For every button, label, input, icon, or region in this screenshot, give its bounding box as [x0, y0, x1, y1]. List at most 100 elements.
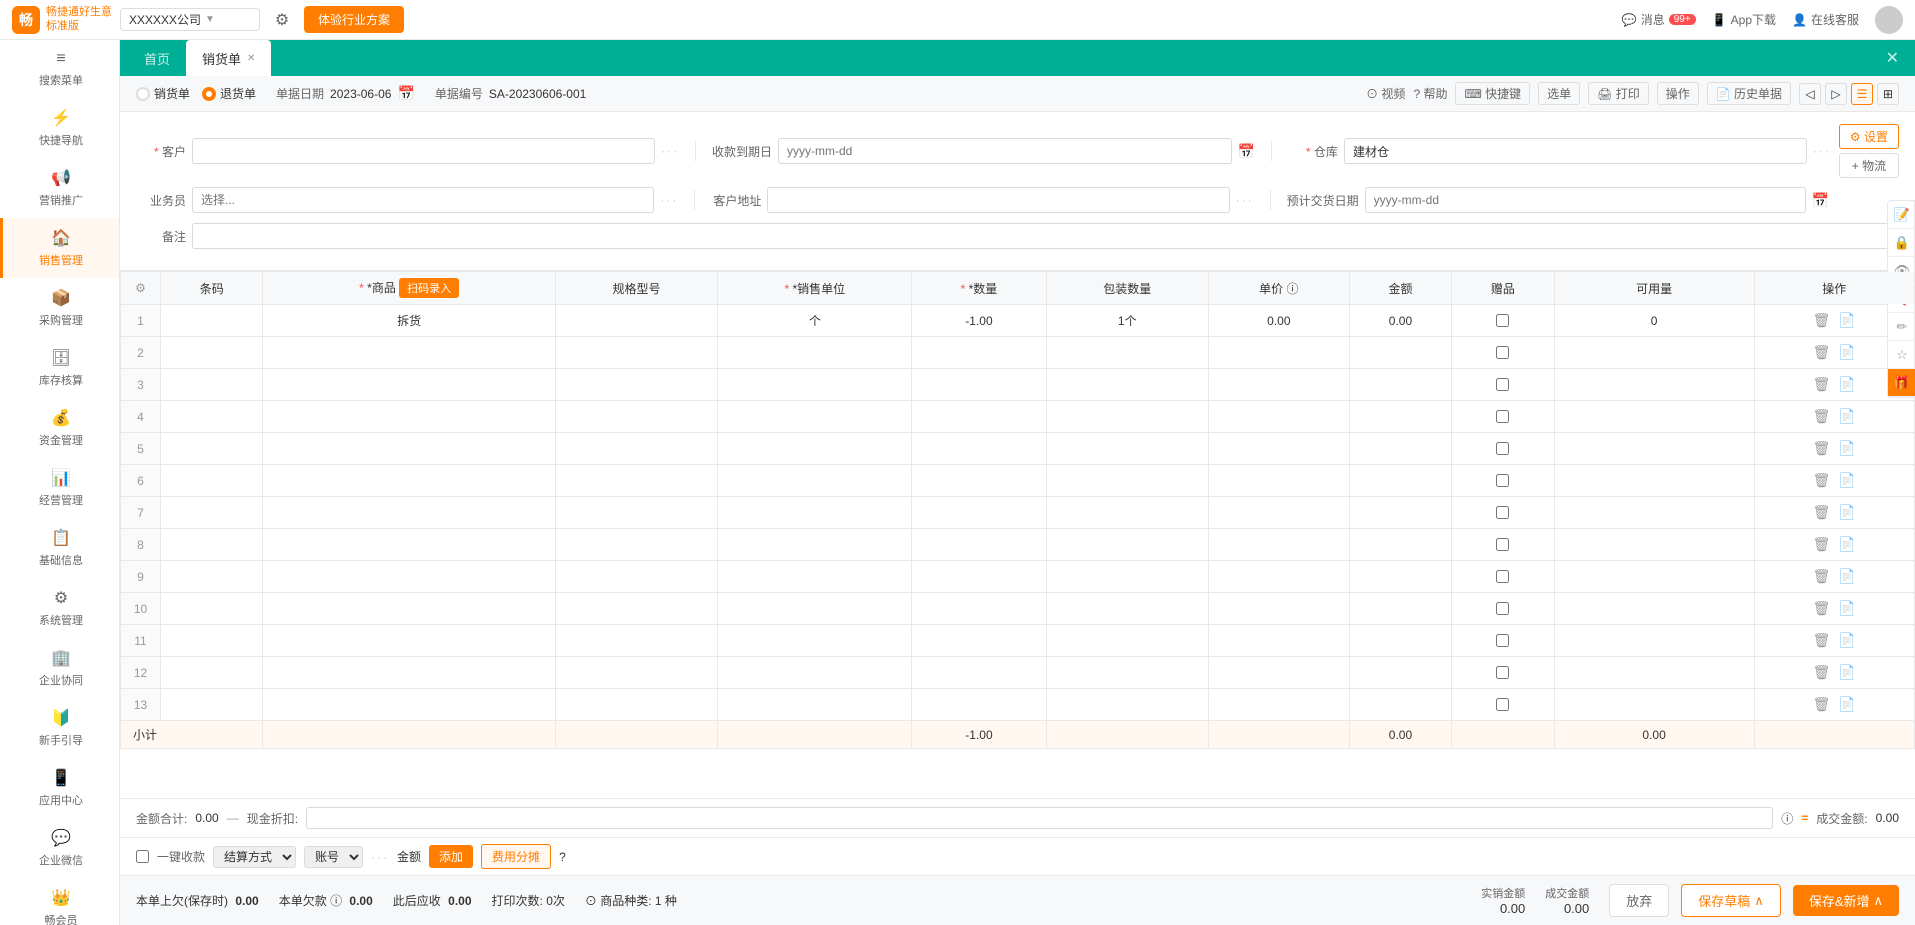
sidebar-item-enterprise-wechat[interactable]: 💬 企业微信	[0, 818, 119, 878]
grid-view-icon[interactable]: ⊞	[1877, 83, 1899, 105]
gift-checkbox[interactable]	[1496, 570, 1509, 583]
warehouse-input[interactable]	[1344, 138, 1807, 164]
remarks-input[interactable]	[192, 223, 1899, 249]
row-gift-1[interactable]	[1452, 305, 1554, 337]
logistics-button[interactable]: + 物流	[1839, 153, 1899, 178]
copy-btn[interactable]: 📄	[1836, 438, 1857, 459]
row-quantity-2[interactable]	[912, 337, 1046, 369]
delete-btn[interactable]: 🗑	[1811, 374, 1833, 395]
help-link[interactable]: ? 帮助	[1413, 85, 1447, 102]
copy-row-2-btn[interactable]: 📄	[1836, 342, 1857, 363]
next-icon[interactable]: ▷	[1825, 83, 1847, 105]
row-unit-price-1[interactable]: 0.00	[1208, 305, 1349, 337]
add-payment-button[interactable]: 添加	[429, 845, 473, 868]
delete-btn[interactable]: 🗑	[1811, 566, 1833, 587]
delete-btn[interactable]: 🗑	[1811, 534, 1833, 555]
copy-btn[interactable]: 📄	[1836, 694, 1857, 715]
delete-btn[interactable]: 🗑	[1811, 502, 1833, 523]
list-view-icon[interactable]: ☰	[1851, 83, 1873, 105]
gift-checkbox-1[interactable]	[1496, 314, 1509, 327]
sidebar-item-enterprise[interactable]: 🏢 企业协同	[0, 638, 119, 698]
right-panel-star[interactable]: ☆	[1888, 341, 1915, 369]
gift-checkbox[interactable]	[1496, 410, 1509, 423]
delete-btn[interactable]: 🗑	[1811, 662, 1833, 683]
cash-discount-input[interactable]	[306, 807, 1773, 829]
copy-btn[interactable]: 📄	[1836, 534, 1857, 555]
delete-btn[interactable]: 🗑	[1811, 598, 1833, 619]
delete-btn[interactable]: 🗑	[1811, 630, 1833, 651]
expected-delivery-calendar-icon[interactable]: 📅	[1812, 192, 1829, 209]
delete-btn[interactable]: 🗑	[1811, 470, 1833, 491]
row-unit-2[interactable]	[718, 337, 912, 369]
copy-btn[interactable]: 📄	[1836, 630, 1857, 651]
sidebar-item-quick-nav[interactable]: ⚡ 快捷导航	[0, 98, 119, 158]
right-panel-lock[interactable]: 🔒	[1888, 229, 1915, 257]
row-barcode-2[interactable]	[161, 337, 263, 369]
gift-checkbox[interactable]	[1496, 474, 1509, 487]
gift-checkbox[interactable]	[1496, 602, 1509, 615]
copy-btn[interactable]: 📄	[1836, 598, 1857, 619]
copy-btn[interactable]: 📄	[1836, 374, 1857, 395]
customer-input[interactable]	[192, 138, 655, 164]
customer-dots-icon[interactable]: ···	[661, 144, 679, 158]
gift-checkbox[interactable]	[1496, 634, 1509, 647]
print-btn[interactable]: 🖨 打印	[1588, 82, 1649, 105]
sidebar-item-marketing[interactable]: 📢 营销推广	[0, 158, 119, 218]
tab-home[interactable]: 首页	[128, 40, 186, 76]
sidebar-item-app-center[interactable]: 📱 应用中心	[0, 758, 119, 818]
row-unit-price-2[interactable]	[1208, 337, 1349, 369]
one-click-payment-checkbox[interactable]	[136, 850, 149, 863]
delete-row-2-btn[interactable]: 🗑	[1811, 342, 1833, 363]
sidebar-item-system[interactable]: ⚙ 系统管理	[0, 578, 119, 638]
sidebar-item-purchase[interactable]: 📦 采购管理	[0, 278, 119, 338]
avatar[interactable]	[1875, 6, 1903, 34]
sidebar-item-inventory[interactable]: 🗄 库存核算	[0, 338, 119, 398]
setting-button[interactable]: ⚙ 设置	[1839, 124, 1899, 149]
nav-close-button[interactable]: ✕	[1878, 48, 1907, 68]
gift-checkbox[interactable]	[1496, 442, 1509, 455]
salesman-input[interactable]	[192, 187, 654, 213]
trial-button[interactable]: 体验行业方案	[304, 6, 404, 33]
radio-sales-order[interactable]: 销货单	[136, 85, 190, 102]
sidebar-item-finance[interactable]: 💰 资金管理	[0, 398, 119, 458]
copy-row-1-btn[interactable]: 📄	[1836, 310, 1857, 331]
delete-btn[interactable]: 🗑	[1811, 406, 1833, 427]
row-spec-2[interactable]	[555, 337, 717, 369]
tab-close-icon[interactable]: ✕	[247, 53, 255, 64]
account-select[interactable]: 账号	[304, 846, 363, 868]
sidebar-item-member[interactable]: 👑 畅会员	[0, 878, 119, 925]
row-amount-2[interactable]	[1349, 337, 1451, 369]
copy-btn[interactable]: 📄	[1836, 662, 1857, 683]
payment-method-select[interactable]: 结算方式	[213, 846, 296, 868]
row-amount-1[interactable]: 0.00	[1349, 305, 1451, 337]
copy-btn[interactable]: 📄	[1836, 470, 1857, 491]
delete-btn[interactable]: 🗑	[1811, 438, 1833, 459]
delete-btn[interactable]: 🗑	[1811, 694, 1833, 715]
select-btn[interactable]: 选单	[1538, 82, 1580, 105]
address-dots-icon[interactable]: ···	[1236, 193, 1254, 207]
right-panel-gift[interactable]: 🎁	[1888, 369, 1915, 397]
shortcut-btn[interactable]: ⌨ 快捷键	[1455, 82, 1530, 105]
row-pack-qty-2[interactable]	[1046, 337, 1208, 369]
row-product-2[interactable]	[263, 337, 555, 369]
gift-checkbox[interactable]	[1496, 666, 1509, 679]
row-unit-1[interactable]: 个	[718, 305, 912, 337]
row-spec-1[interactable]	[555, 305, 717, 337]
expected-delivery-input[interactable]	[1365, 187, 1806, 213]
row-barcode-1[interactable]	[161, 305, 263, 337]
gift-checkbox[interactable]	[1496, 698, 1509, 711]
settings-gear-button[interactable]: ⚙	[268, 6, 296, 34]
message-item[interactable]: 💬 消息 99+	[1622, 11, 1696, 28]
operation-btn[interactable]: 操作	[1657, 82, 1699, 105]
scan-button[interactable]: 扫码录入	[399, 278, 459, 298]
sidebar-item-search-order[interactable]: ≡ 搜索菜单	[0, 40, 119, 98]
sidebar-item-operations[interactable]: 📊 经营管理	[0, 458, 119, 518]
gift-checkbox[interactable]	[1496, 378, 1509, 391]
payment-date-input[interactable]	[778, 138, 1232, 164]
company-selector[interactable]: XXXXXX公司 ▼	[120, 8, 260, 31]
prev-icon[interactable]: ◁	[1799, 83, 1821, 105]
copy-btn[interactable]: 📄	[1836, 502, 1857, 523]
gift-checkbox[interactable]	[1496, 506, 1509, 519]
row-gift-2[interactable]	[1452, 337, 1554, 369]
sidebar-item-guide[interactable]: 🔰 新手引导	[0, 698, 119, 758]
